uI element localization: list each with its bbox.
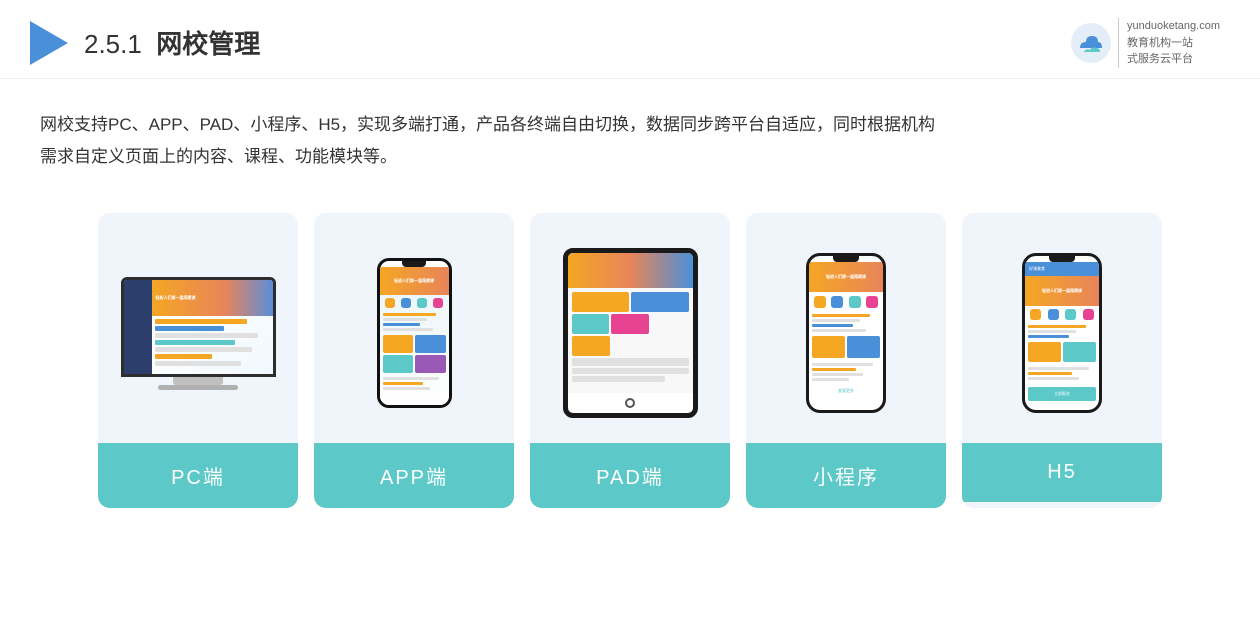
card-mini-image: 轻进人们第一届闯模课 [746,213,946,443]
mini-device-mockup: 轻进人们第一届闯模课 [806,253,886,413]
desc-line2: 需求自定义页面上的内容、课程、功能模块等。 [40,141,1220,173]
mini-phone-notch [833,256,859,262]
device-cards: 轻松人们第一届闯模课 [0,193,1260,538]
brand-logo-icon [1070,22,1112,64]
card-pc-image: 轻松人们第一届闯模课 [98,213,298,443]
desc-line1: 网校支持PC、APP、PAD、小程序、H5，实现多端打通，产品各终端自由切换，数… [40,109,1220,141]
pc-device-mockup: 轻松人们第一届闯模课 [121,277,276,390]
brand-triangle-icon [30,21,68,65]
h5-device-mockup: 好课美食 轻进人们第一届闯模课 [1022,253,1102,413]
title-text: 网校管理 [156,29,260,59]
phone-notch [402,261,426,267]
card-h5-image: 好课美食 轻进人们第一届闯模课 [962,213,1162,443]
page-header: 2.5.1 网校管理 yunduoketang.com 教育机构一站 式服务云平… [0,0,1260,79]
app-device-mockup: 轻进人们第一届闯模课 [377,258,452,408]
card-pad: PAD端 [530,213,730,508]
card-pad-label: PAD端 [530,443,730,508]
card-pad-image [530,213,730,443]
card-pc-label: PC端 [98,443,298,508]
h5-phone-notch [1049,256,1075,262]
card-app-label: APP端 [314,443,514,508]
card-pc: 轻松人们第一届闯模课 [98,213,298,508]
description-text: 网校支持PC、APP、PAD、小程序、H5，实现多端打通，产品各终端自由切换，数… [0,79,1260,194]
card-h5: 好课美食 轻进人们第一届闯模课 [962,213,1162,508]
page-title: 2.5.1 网校管理 [84,24,260,61]
card-mini-label: 小程序 [746,443,946,508]
pad-home-button [625,398,635,408]
title-area: 2.5.1 网校管理 [30,21,260,65]
pad-device-mockup [563,248,698,418]
brand-area: yunduoketang.com 教育机构一站 式服务云平台 [1070,18,1220,68]
card-app-image: 轻进人们第一届闯模课 [314,213,514,443]
card-app: 轻进人们第一届闯模课 [314,213,514,508]
section-number: 2.5.1 [84,29,142,59]
brand-text: yunduoketang.com 教育机构一站 式服务云平台 [1118,18,1220,68]
card-h5-label: H5 [962,443,1162,502]
card-mini: 轻进人们第一届闯模课 [746,213,946,508]
